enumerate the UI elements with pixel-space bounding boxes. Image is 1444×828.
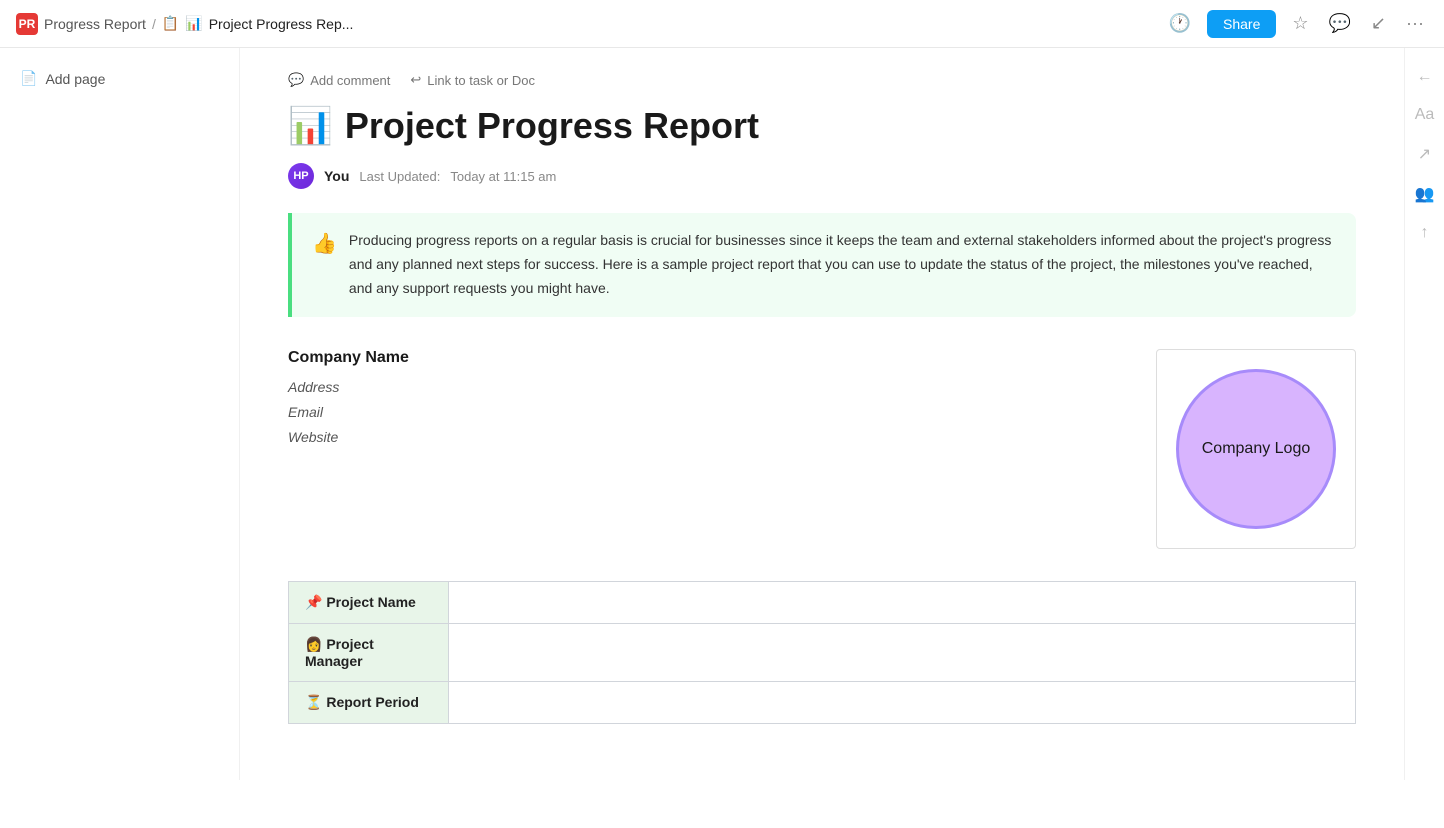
page-title-row: 📊 Project Progress Report bbox=[288, 104, 1356, 147]
doc-icon: 📋 bbox=[162, 15, 179, 32]
users-icon[interactable]: 👥 bbox=[1415, 184, 1435, 204]
last-updated-value: Today at 11:15 am bbox=[450, 169, 556, 184]
project-name-label[interactable]: 📌 Project Name bbox=[289, 581, 449, 623]
share-toolbar-icon[interactable]: ↗ bbox=[1418, 144, 1431, 164]
comment-bubble-icon: 💬 bbox=[288, 72, 304, 88]
history-icon[interactable]: 🕐 bbox=[1165, 9, 1195, 38]
add-page-icon: 📄 bbox=[20, 70, 37, 87]
add-comment-action[interactable]: 💬 Add comment bbox=[288, 72, 390, 88]
company-email[interactable]: Email bbox=[288, 400, 1116, 425]
avatar: HP bbox=[288, 163, 314, 189]
author-name: You bbox=[324, 168, 349, 184]
star-icon[interactable]: ☆ bbox=[1288, 9, 1312, 38]
quote-text: Producing progress reports on a regular … bbox=[349, 229, 1336, 300]
last-updated-label: Last Updated: bbox=[359, 169, 440, 184]
sidebar: 📄 Add page bbox=[0, 48, 240, 780]
quote-block: 👍 Producing progress reports on a regula… bbox=[288, 213, 1356, 316]
hourglass-icon: ⏳ bbox=[305, 694, 322, 710]
add-page-button[interactable]: 📄 Add page bbox=[12, 64, 227, 93]
topbar: PR Progress Report / 📋 📊 Project Progres… bbox=[0, 0, 1444, 48]
bar-chart-icon: 📊 bbox=[185, 15, 202, 32]
breadcrumb: PR Progress Report / 📋 📊 Project Progres… bbox=[16, 13, 1165, 35]
person-icon: 👩 bbox=[305, 636, 322, 652]
project-manager-value[interactable] bbox=[449, 623, 1356, 681]
table-row: 👩 Project Manager bbox=[289, 623, 1356, 681]
meta-row: HP You Last Updated: Today at 11:15 am bbox=[288, 163, 1356, 189]
logo-text: Company Logo bbox=[1202, 440, 1311, 458]
app-icon: PR bbox=[16, 13, 38, 35]
topbar-actions: 🕐 Share ☆ 💬 ↙ ··· bbox=[1165, 9, 1428, 38]
page-title-icon: 📊 bbox=[288, 108, 333, 144]
table-row: 📌 Project Name bbox=[289, 581, 1356, 623]
right-toolbar: ← Aa ↗ 👥 ↑ bbox=[1404, 48, 1444, 780]
export-icon[interactable]: ↑ bbox=[1421, 224, 1429, 242]
font-size-icon[interactable]: Aa bbox=[1415, 106, 1435, 124]
collapse-icon[interactable]: ← bbox=[1417, 68, 1433, 86]
breadcrumb-current-page: Project Progress Rep... bbox=[209, 16, 354, 32]
company-info: Company Name Address Email Website bbox=[288, 349, 1116, 451]
company-section: Company Name Address Email Website Compa… bbox=[288, 349, 1356, 549]
logo-container: Company Logo bbox=[1156, 349, 1356, 549]
pin-icon: 📌 bbox=[305, 594, 322, 610]
link-to-task-action[interactable]: ↩ Link to task or Doc bbox=[410, 72, 535, 88]
link-icon: ↩ bbox=[410, 72, 421, 88]
page-title[interactable]: Project Progress Report bbox=[345, 104, 759, 147]
action-bar: 💬 Add comment ↩ Link to task or Doc bbox=[288, 72, 1356, 88]
link-to-task-label: Link to task or Doc bbox=[427, 73, 535, 88]
project-name-value[interactable] bbox=[449, 581, 1356, 623]
download-icon[interactable]: ↙ bbox=[1367, 9, 1390, 38]
company-name[interactable]: Company Name bbox=[288, 349, 1116, 367]
more-icon[interactable]: ··· bbox=[1402, 9, 1428, 38]
report-period-value[interactable] bbox=[449, 681, 1356, 723]
breadcrumb-doc[interactable]: Progress Report bbox=[44, 16, 146, 32]
quote-emoji: 👍 bbox=[312, 231, 337, 300]
add-comment-label: Add comment bbox=[310, 73, 390, 88]
table-row: ⏳ Report Period bbox=[289, 681, 1356, 723]
breadcrumb-separator: / bbox=[152, 16, 156, 32]
logo-circle: Company Logo bbox=[1176, 369, 1336, 529]
main-content: 💬 Add comment ↩ Link to task or Doc 📊 Pr… bbox=[240, 48, 1404, 780]
info-table: 📌 Project Name 👩 Project Manager ⏳ Repor… bbox=[288, 581, 1356, 724]
share-button[interactable]: Share bbox=[1207, 10, 1276, 38]
company-address[interactable]: Address bbox=[288, 375, 1116, 400]
comment-icon[interactable]: 💬 bbox=[1325, 9, 1355, 38]
add-page-label: Add page bbox=[45, 71, 105, 87]
company-website[interactable]: Website bbox=[288, 425, 1116, 450]
project-manager-label[interactable]: 👩 Project Manager bbox=[289, 623, 449, 681]
report-period-label[interactable]: ⏳ Report Period bbox=[289, 681, 449, 723]
